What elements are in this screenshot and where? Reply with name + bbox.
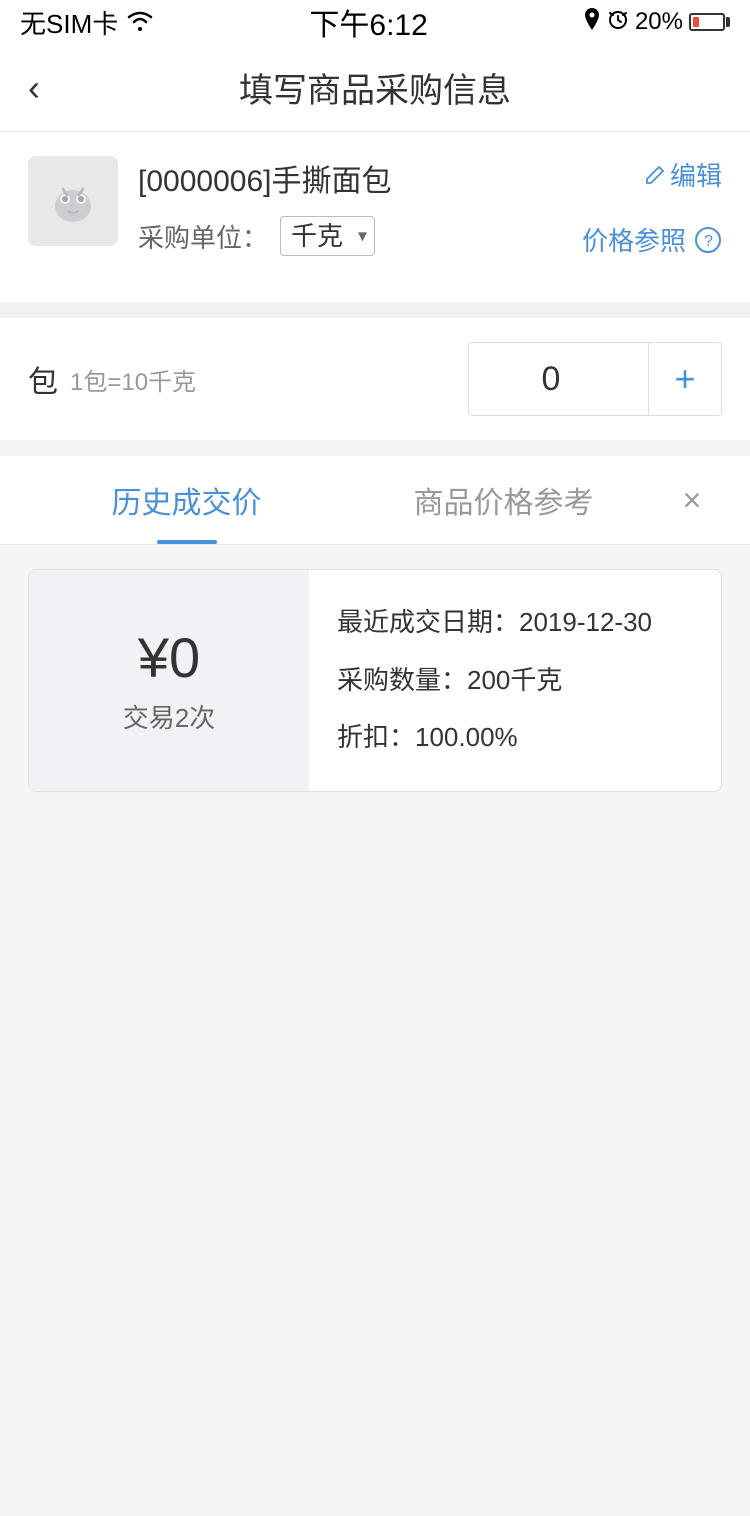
quantity-detail-label: 采购数量： (337, 665, 467, 695)
product-card: [0000006]手撕面包 采购单位： 千克 ▾ 编辑 (0, 132, 750, 302)
product-unit-row: 采购单位： 千克 ▾ (138, 216, 391, 256)
edit-icon (644, 164, 666, 186)
pkg-label: 包 (28, 357, 58, 401)
quantity-input[interactable] (469, 343, 649, 415)
status-bar: 无SIM卡 下午6:12 20% (0, 0, 750, 44)
product-right: 编辑 价格参照 ? (582, 156, 722, 258)
quantity-row-detail: 采购数量：200千克 (337, 660, 693, 702)
tab-product-price-ref[interactable]: 商品价格参考 (345, 456, 662, 544)
price-card: ¥0 交易2次 最近成交日期：2019-12-30 采购数量：200千克 折扣：… (28, 569, 722, 792)
price-ref-button[interactable]: 价格参照 ? (582, 221, 722, 258)
price-ref-row: 价格参照 ? (582, 221, 722, 258)
battery-percent: 20% (635, 8, 683, 36)
price-card-right: 最近成交日期：2019-12-30 采购数量：200千克 折扣：100.00% (309, 570, 721, 791)
price-currency: ¥ (138, 626, 169, 689)
location-icon (583, 8, 601, 37)
pkg-sub: 1包=10千克 (70, 362, 196, 397)
page-title: 填写商品采购信息 (239, 63, 511, 112)
product-thumbnail (28, 156, 118, 246)
unit-select[interactable]: 千克 (280, 216, 375, 256)
recent-date-value: 2019-12-30 (519, 607, 652, 637)
back-button[interactable]: ‹ (28, 67, 40, 109)
tab-close-button[interactable]: × (662, 456, 722, 544)
status-right: 20% (583, 8, 730, 37)
time-display: 下午6:12 (309, 0, 427, 44)
price-card-container: ¥0 交易2次 最近成交日期：2019-12-30 采购数量：200千克 折扣：… (0, 545, 750, 816)
quantity-plus-button[interactable]: + (649, 343, 721, 415)
recent-date-row: 最近成交日期：2019-12-30 (337, 602, 693, 644)
carrier-text: 无SIM卡 (20, 4, 118, 41)
tab-history-price-label: 历史成交价 (112, 478, 262, 522)
discount-label: 折扣： (337, 722, 415, 752)
discount-value: 100.00% (415, 722, 518, 752)
product-name: [0000006]手撕面包 (138, 156, 391, 200)
product-title: 手撕面包 (271, 165, 391, 198)
product-info: [0000006]手撕面包 采购单位： 千克 ▾ (138, 156, 391, 256)
tab-product-price-ref-label: 商品价格参考 (414, 478, 594, 522)
status-left: 无SIM卡 (20, 4, 154, 41)
price-transactions: 交易2次 (123, 698, 215, 735)
price-amount: ¥0 (138, 625, 200, 690)
product-header: [0000006]手撕面包 采购单位： 千克 ▾ 编辑 (28, 156, 722, 258)
recent-date-label: 最近成交日期： (337, 607, 519, 637)
thumbnail-svg (43, 171, 103, 231)
quantity-row: 包 1包=10千克 + (0, 318, 750, 440)
price-card-left: ¥0 交易2次 (29, 570, 309, 791)
battery-icon (689, 13, 730, 31)
quantity-input-group: + (468, 342, 722, 416)
tab-indicator (157, 540, 217, 544)
alarm-icon (607, 8, 629, 37)
wifi-icon (126, 7, 154, 38)
quantity-label: 包 1包=10千克 (28, 357, 196, 401)
section-divider (0, 302, 750, 318)
help-icon: ? (694, 226, 722, 254)
price-value: 0 (169, 626, 200, 689)
tab-history-price[interactable]: 历史成交价 (28, 456, 345, 544)
edit-button[interactable]: 编辑 (644, 156, 722, 193)
nav-bar: ‹ 填写商品采购信息 (0, 44, 750, 132)
main-content (0, 816, 750, 1516)
unit-label: 采购单位： (138, 218, 268, 255)
product-id: [0000006] (138, 165, 271, 198)
svg-text:?: ? (704, 233, 713, 250)
tabs-container: 历史成交价 商品价格参考 × (0, 456, 750, 545)
discount-row: 折扣：100.00% (337, 717, 693, 759)
product-left: [0000006]手撕面包 采购单位： 千克 ▾ (28, 156, 391, 256)
unit-select-wrapper[interactable]: 千克 ▾ (280, 216, 375, 256)
quantity-detail-value: 200千克 (467, 665, 562, 695)
